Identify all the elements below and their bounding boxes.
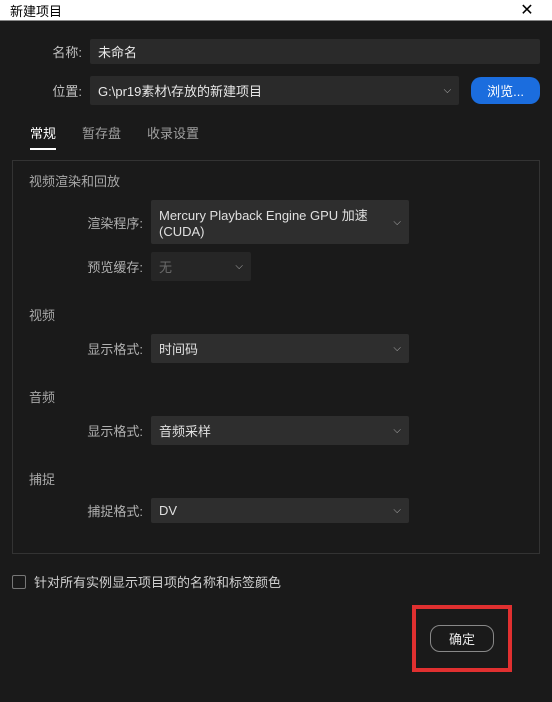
project-name-input[interactable]	[90, 39, 540, 64]
titlebar: 新建项目 ✕	[0, 0, 552, 21]
location-label: 位置:	[12, 81, 90, 100]
capture-format-value: DV	[159, 503, 177, 518]
chevron-down-icon: ⌵	[393, 343, 401, 354]
general-panel: 视频渲染和回放 渲染程序: Mercury Playback Engine GP…	[12, 160, 540, 554]
checkbox-icon[interactable]	[12, 575, 26, 589]
preview-cache-select: 无 ⌵	[151, 252, 251, 281]
preview-cache-label: 预览缓存:	[29, 257, 151, 276]
renderer-label: 渲染程序:	[29, 213, 151, 232]
tab-scratch-disks[interactable]: 暂存盘	[82, 123, 121, 150]
ok-button[interactable]: 确定	[430, 625, 494, 652]
capture-format-row: 捕捉格式: DV ⌵	[29, 498, 523, 523]
name-label: 名称:	[12, 42, 90, 61]
preview-cache-row: 预览缓存: 无 ⌵	[29, 252, 523, 281]
close-icon[interactable]: ✕	[512, 0, 542, 20]
chevron-down-icon: ⌵	[393, 505, 401, 516]
location-value: G:\pr19素材\存放的新建项目	[98, 81, 262, 100]
ok-highlight-box: 确定	[412, 605, 512, 672]
chevron-down-icon: ⌵	[393, 217, 401, 228]
section-audio-title: 音频	[29, 387, 523, 406]
checkbox-label: 针对所有实例显示项目项的名称和标签颜色	[34, 572, 281, 591]
tab-general[interactable]: 常规	[30, 123, 56, 150]
audio-format-select[interactable]: 音频采样 ⌵	[151, 416, 409, 445]
dialog-body: 名称: 位置: G:\pr19素材\存放的新建项目 ⌵ 浏览... 常规 暂存盘…	[0, 21, 552, 702]
audio-format-row: 显示格式: 音频采样 ⌵	[29, 416, 523, 445]
renderer-value: Mercury Playback Engine GPU 加速 (CUDA)	[159, 205, 393, 239]
video-format-value: 时间码	[159, 339, 198, 358]
location-select[interactable]: G:\pr19素材\存放的新建项目 ⌵	[90, 76, 459, 105]
preview-cache-value: 无	[159, 257, 172, 276]
new-project-dialog: 新建项目 ✕ 名称: 位置: G:\pr19素材\存放的新建项目 ⌵ 浏览...…	[0, 0, 552, 684]
section-capture-title: 捕捉	[29, 469, 523, 488]
section-render: 视频渲染和回放 渲染程序: Mercury Playback Engine GP…	[29, 171, 523, 281]
name-row: 名称:	[12, 39, 540, 64]
show-names-checkbox-row[interactable]: 针对所有实例显示项目项的名称和标签颜色	[12, 572, 540, 591]
video-format-row: 显示格式: 时间码 ⌵	[29, 334, 523, 363]
browse-button[interactable]: 浏览...	[471, 77, 540, 104]
renderer-row: 渲染程序: Mercury Playback Engine GPU 加速 (CU…	[29, 200, 523, 244]
audio-format-value: 音频采样	[159, 421, 211, 440]
chevron-down-icon: ⌵	[235, 261, 243, 272]
section-video: 视频 显示格式: 时间码 ⌵	[29, 305, 523, 363]
chevron-down-icon: ⌵	[393, 425, 401, 436]
tabs: 常规 暂存盘 收录设置	[12, 117, 540, 150]
video-format-label: 显示格式:	[29, 339, 151, 358]
tab-ingest-settings[interactable]: 收录设置	[147, 123, 199, 150]
dialog-footer: 确定	[12, 591, 540, 690]
audio-format-label: 显示格式:	[29, 421, 151, 440]
renderer-select[interactable]: Mercury Playback Engine GPU 加速 (CUDA) ⌵	[151, 200, 409, 244]
section-capture: 捕捉 捕捉格式: DV ⌵	[29, 469, 523, 523]
section-audio: 音频 显示格式: 音频采样 ⌵	[29, 387, 523, 445]
section-render-title: 视频渲染和回放	[29, 171, 523, 190]
capture-format-label: 捕捉格式:	[29, 501, 151, 520]
capture-format-select[interactable]: DV ⌵	[151, 498, 409, 523]
chevron-down-icon: ⌵	[444, 85, 452, 96]
section-video-title: 视频	[29, 305, 523, 324]
location-row: 位置: G:\pr19素材\存放的新建项目 ⌵ 浏览...	[12, 76, 540, 105]
dialog-title: 新建项目	[10, 1, 512, 20]
video-format-select[interactable]: 时间码 ⌵	[151, 334, 409, 363]
